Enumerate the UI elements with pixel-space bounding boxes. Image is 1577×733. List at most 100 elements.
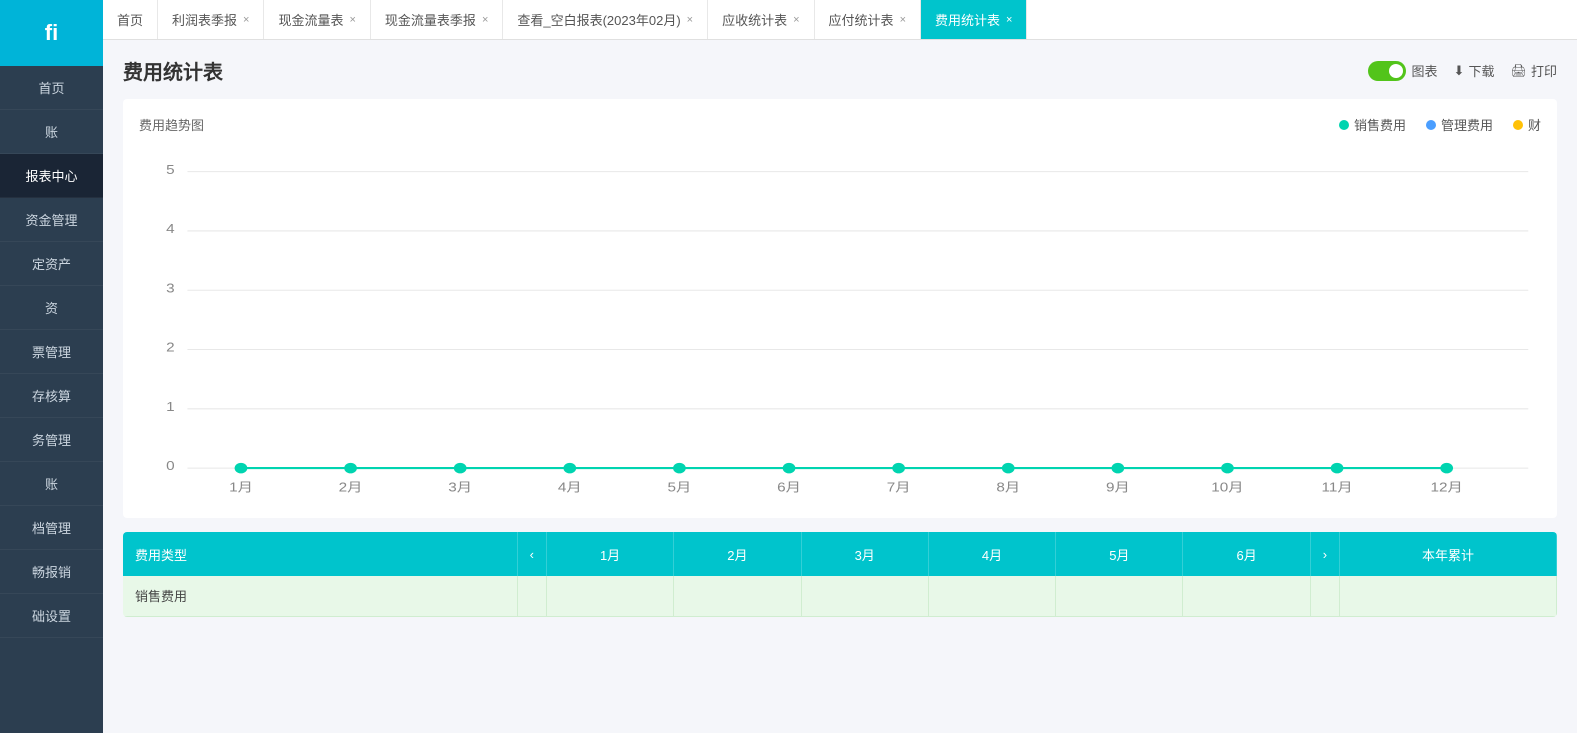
sidebar-item-fixed-assets[interactable]: 定资产 <box>0 242 103 286</box>
tab-close-cashflow-quarter[interactable]: × <box>482 14 488 26</box>
tab-expense[interactable]: 费用统计表 × <box>921 0 1027 40</box>
svg-text:1月: 1月 <box>229 480 253 494</box>
row-val-blank2 <box>1310 576 1339 616</box>
tab-payable[interactable]: 应付统计表 × <box>815 0 921 40</box>
chart-toggle[interactable] <box>1368 61 1406 81</box>
chart-toggle-label: 图表 <box>1412 61 1438 80</box>
row-type-label: 销售费用 <box>123 576 517 616</box>
chart-point-jan <box>235 463 248 474</box>
col-month-4: 4月 <box>928 532 1055 576</box>
chart-point-oct <box>1221 463 1234 474</box>
svg-text:10月: 10月 <box>1211 480 1243 494</box>
chart-point-dec <box>1440 463 1453 474</box>
legend-dot-finance <box>1513 120 1523 130</box>
legend-admin: 管理费用 <box>1426 115 1493 134</box>
svg-text:5: 5 <box>166 162 175 176</box>
svg-text:11月: 11月 <box>1321 480 1352 494</box>
content-area: 费用统计表 图表 ⬇ 下载 🖨 打印 费用趋势图 <box>103 40 1577 733</box>
download-icon: ⬇ <box>1454 63 1465 79</box>
svg-text:2: 2 <box>166 340 175 354</box>
download-label: 下载 <box>1468 61 1494 80</box>
col-month-6: 6月 <box>1183 532 1310 576</box>
tab-cashflow-quarter[interactable]: 现金流量表季报 × <box>371 0 503 40</box>
svg-text:12月: 12月 <box>1431 480 1463 494</box>
chart-card: 费用趋势图 销售费用 管理费用 财 <box>123 99 1557 518</box>
data-table: 费用类型 ‹ 1月 2月 3月 4月 5月 6月 › 本年累计 销售费用 <box>123 532 1557 617</box>
sidebar-item-archive-mgmt[interactable]: 档管理 <box>0 506 103 550</box>
svg-text:5月: 5月 <box>668 480 692 494</box>
chart-point-mar <box>454 463 467 474</box>
table-header-row: 费用类型 ‹ 1月 2月 3月 4月 5月 6月 › 本年累计 <box>123 532 1557 576</box>
tab-profit-quarter[interactable]: 利润表季报 × <box>158 0 264 40</box>
chart-point-sep <box>1111 463 1124 474</box>
col-month-2: 2月 <box>674 532 801 576</box>
print-button[interactable]: 🖨 打印 <box>1510 61 1557 80</box>
tab-blank-report[interactable]: 查看_空白报表(2023年02月) × <box>503 0 708 40</box>
tab-close-receivable[interactable]: × <box>793 14 799 26</box>
chart-title: 费用趋势图 <box>139 115 204 134</box>
legend-finance: 财 <box>1513 115 1541 134</box>
tab-close-payable[interactable]: × <box>900 14 906 26</box>
tab-close-cashflow[interactable]: × <box>349 14 355 26</box>
svg-text:1: 1 <box>166 399 175 413</box>
print-label: 打印 <box>1531 61 1557 80</box>
legend-label-sales: 销售费用 <box>1354 115 1406 134</box>
svg-text:8月: 8月 <box>996 480 1020 494</box>
col-type: 费用类型 <box>123 532 517 576</box>
data-table-wrap: 费用类型 ‹ 1月 2月 3月 4月 5月 6月 › 本年累计 销售费用 <box>123 532 1557 617</box>
tab-receivable[interactable]: 应收统计表 × <box>708 0 814 40</box>
legend-sales: 销售费用 <box>1339 115 1406 134</box>
chart-legend: 销售费用 管理费用 财 <box>1339 115 1541 134</box>
sidebar-item-service-mgmt[interactable]: 务管理 <box>0 418 103 462</box>
sidebar-item-resources[interactable]: 资 <box>0 286 103 330</box>
sidebar-item-smooth-cancel[interactable]: 畅报销 <box>0 550 103 594</box>
svg-text:3月: 3月 <box>448 480 472 494</box>
sidebar-item-ticket-mgmt[interactable]: 票管理 <box>0 330 103 374</box>
svg-text:0: 0 <box>166 458 175 472</box>
row-val-6 <box>1183 576 1310 616</box>
sidebar-item-inventory[interactable]: 存核算 <box>0 374 103 418</box>
sidebar-item-fund-mgmt[interactable]: 资金管理 <box>0 198 103 242</box>
page-title: 费用统计表 <box>123 56 223 85</box>
row-annual <box>1340 576 1557 616</box>
sidebar: fi 首页 账 报表中心 资金管理 定资产 资 票管理 存核算 务管理 账 档管… <box>0 0 103 733</box>
sidebar-item-report-center[interactable]: 报表中心 <box>0 154 103 198</box>
tab-bar: 首页 利润表季报 × 现金流量表 × 现金流量表季报 × 查看_空白报表(202… <box>103 0 1577 40</box>
svg-text:7月: 7月 <box>887 480 911 494</box>
legend-dot-admin <box>1426 120 1436 130</box>
row-val-2 <box>674 576 801 616</box>
chart-point-apr <box>563 463 576 474</box>
download-button[interactable]: ⬇ 下载 <box>1454 61 1495 80</box>
row-val-blank <box>517 576 546 616</box>
sidebar-item-home[interactable]: 首页 <box>0 66 103 110</box>
svg-text:4月: 4月 <box>558 480 582 494</box>
tab-close-blank-report[interactable]: × <box>687 14 693 26</box>
print-icon: 🖨 <box>1510 63 1527 79</box>
col-month-1: 1月 <box>546 532 673 576</box>
nav-prev-button[interactable]: ‹ <box>517 532 546 576</box>
tab-cashflow[interactable]: 现金流量表 × <box>264 0 370 40</box>
col-month-3: 3月 <box>801 532 928 576</box>
row-val-1 <box>546 576 673 616</box>
tab-close-expense[interactable]: × <box>1006 14 1012 26</box>
sidebar-item-account[interactable]: 账 <box>0 110 103 154</box>
main-content: 首页 利润表季报 × 现金流量表 × 现金流量表季报 × 查看_空白报表(202… <box>103 0 1577 733</box>
svg-text:9月: 9月 <box>1106 480 1130 494</box>
line-chart-svg: 0 1 2 3 4 5 <box>139 142 1541 502</box>
header-actions: 图表 ⬇ 下载 🖨 打印 <box>1368 61 1557 81</box>
sidebar-item-ledger[interactable]: 账 <box>0 462 103 506</box>
tab-home[interactable]: 首页 <box>103 0 158 40</box>
chart-point-aug <box>1002 463 1015 474</box>
chart-point-feb <box>344 463 357 474</box>
svg-text:6月: 6月 <box>777 480 801 494</box>
tab-close-profit-quarter[interactable]: × <box>243 14 249 26</box>
svg-text:2月: 2月 <box>339 480 363 494</box>
sidebar-item-base-settings[interactable]: 础设置 <box>0 594 103 638</box>
legend-label-admin: 管理费用 <box>1441 115 1493 134</box>
nav-next-button[interactable]: › <box>1310 532 1339 576</box>
row-val-3 <box>801 576 928 616</box>
chart-point-may <box>673 463 686 474</box>
sidebar-logo: fi <box>0 0 103 66</box>
col-annual: 本年累计 <box>1340 532 1557 576</box>
svg-text:3: 3 <box>166 281 175 295</box>
